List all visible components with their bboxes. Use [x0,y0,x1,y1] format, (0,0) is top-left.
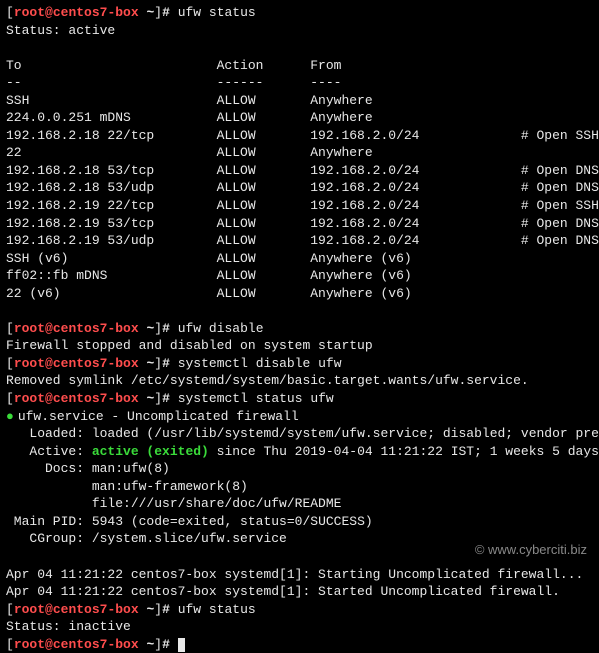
prompt-line[interactable]: [root@centos7-box ~]# ufw status [6,5,256,20]
prompt-host: centos7-box [53,356,139,371]
cursor [178,638,185,652]
journal-log: Apr 04 11:21:22 centos7-box systemd[1]: … [6,566,593,584]
prompt-user: root [14,637,45,652]
prompt-bracket-close: ] [154,637,162,652]
prompt-bracket-open: [ [6,356,14,371]
firewall-rule: ff02::fb mDNS ALLOW Anywhere (v6) [6,267,593,285]
prompt-host: centos7-box [53,637,139,652]
prompt-hash: # [162,5,178,20]
firewall-rule: 192.168.2.19 22/tcp ALLOW 192.168.2.0/24… [6,197,593,215]
prompt-bracket-close: ] [154,321,162,336]
status-line: Status: active [6,22,593,40]
prompt-path: ~ [139,391,155,406]
prompt-bracket-open: [ [6,321,14,336]
prompt-bracket-open: [ [6,637,14,652]
prompt-user: root [14,356,45,371]
prompt-line[interactable]: [root@centos7-box ~]# ufw status [6,602,256,617]
prompt-bracket-open: [ [6,5,14,20]
prompt-line[interactable]: [root@centos7-box ~]# systemctl disable … [6,356,342,371]
prompt-line[interactable]: [root@centos7-box ~]# systemctl status u… [6,391,334,406]
mainpid-line: Main PID: 5943 (code=exited, status=0/SU… [6,513,593,531]
command-input[interactable]: systemctl status ufw [178,391,334,406]
prompt-at: @ [45,5,53,20]
prompt-bracket-close: ] [154,602,162,617]
firewall-rule: SSH (v6) ALLOW Anywhere (v6) [6,250,593,268]
prompt-bracket-open: [ [6,391,14,406]
prompt-path: ~ [139,637,155,652]
prompt-hash: # [162,391,178,406]
firewall-rule: 22 (v6) ALLOW Anywhere (v6) [6,285,593,303]
docs-line: file:///usr/share/doc/ufw/README [6,495,593,513]
command-input[interactable]: ufw status [178,5,256,20]
prompt-user: root [14,5,45,20]
prompt-host: centos7-box [53,321,139,336]
prompt-line[interactable]: [root@centos7-box ~]# ufw disable [6,321,264,336]
prompt-at: @ [45,391,53,406]
rules-header: To Action From [6,57,593,75]
prompt-bracket-open: [ [6,602,14,617]
prompt-user: root [14,602,45,617]
prompt-path: ~ [139,602,155,617]
prompt-user: root [14,391,45,406]
prompt-host: centos7-box [53,602,139,617]
removed-symlink: Removed symlink /etc/systemd/system/basi… [6,372,593,390]
loaded-line: Loaded: loaded (/usr/lib/systemd/system/… [6,425,593,443]
command-input[interactable]: ufw status [178,602,256,617]
firewall-rule: 22 ALLOW Anywhere [6,144,593,162]
prompt-bracket-close: ] [154,391,162,406]
prompt-line[interactable]: [root@centos7-box ~]# [6,637,185,652]
firewall-rule: 192.168.2.18 22/tcp ALLOW 192.168.2.0/24… [6,127,593,145]
firewall-rule: 224.0.0.251 mDNS ALLOW Anywhere [6,109,593,127]
firewall-rule: 192.168.2.19 53/tcp ALLOW 192.168.2.0/24… [6,215,593,233]
journal-log: Apr 04 11:21:22 centos7-box systemd[1]: … [6,583,593,601]
prompt-path: ~ [139,321,155,336]
blank-line [6,39,593,57]
disable-message: Firewall stopped and disabled on system … [6,337,593,355]
blank-line [6,302,593,320]
watermark: © www.cyberciti.biz [475,541,587,559]
prompt-hash: # [162,321,178,336]
docs-line: man:ufw-framework(8) [6,478,593,496]
prompt-bracket-close: ] [154,5,162,20]
firewall-rule: 192.168.2.19 53/udp ALLOW 192.168.2.0/24… [6,232,593,250]
command-input[interactable]: systemctl disable ufw [178,356,342,371]
status-line: Status: inactive [6,618,593,636]
prompt-bracket-close: ] [154,356,162,371]
prompt-host: centos7-box [53,391,139,406]
rules-header-sep: -- ------ ---- [6,74,593,92]
firewall-rule: 192.168.2.18 53/tcp ALLOW 192.168.2.0/24… [6,162,593,180]
prompt-hash: # [162,637,178,652]
firewall-rule: SSH ALLOW Anywhere [6,92,593,110]
prompt-at: @ [45,602,53,617]
prompt-host: centos7-box [53,5,139,20]
service-name: ufw.service - Uncomplicated firewall [6,408,593,426]
prompt-path: ~ [139,5,155,20]
docs-line: Docs: man:ufw(8) [6,460,593,478]
firewall-rule: 192.168.2.18 53/udp ALLOW 192.168.2.0/24… [6,179,593,197]
prompt-user: root [14,321,45,336]
prompt-hash: # [162,602,178,617]
prompt-at: @ [45,321,53,336]
prompt-at: @ [45,356,53,371]
prompt-hash: # [162,356,178,371]
prompt-at: @ [45,637,53,652]
prompt-path: ~ [139,356,155,371]
active-line: Active: active (exited) since Thu 2019-0… [6,443,593,461]
command-input[interactable]: ufw disable [178,321,264,336]
